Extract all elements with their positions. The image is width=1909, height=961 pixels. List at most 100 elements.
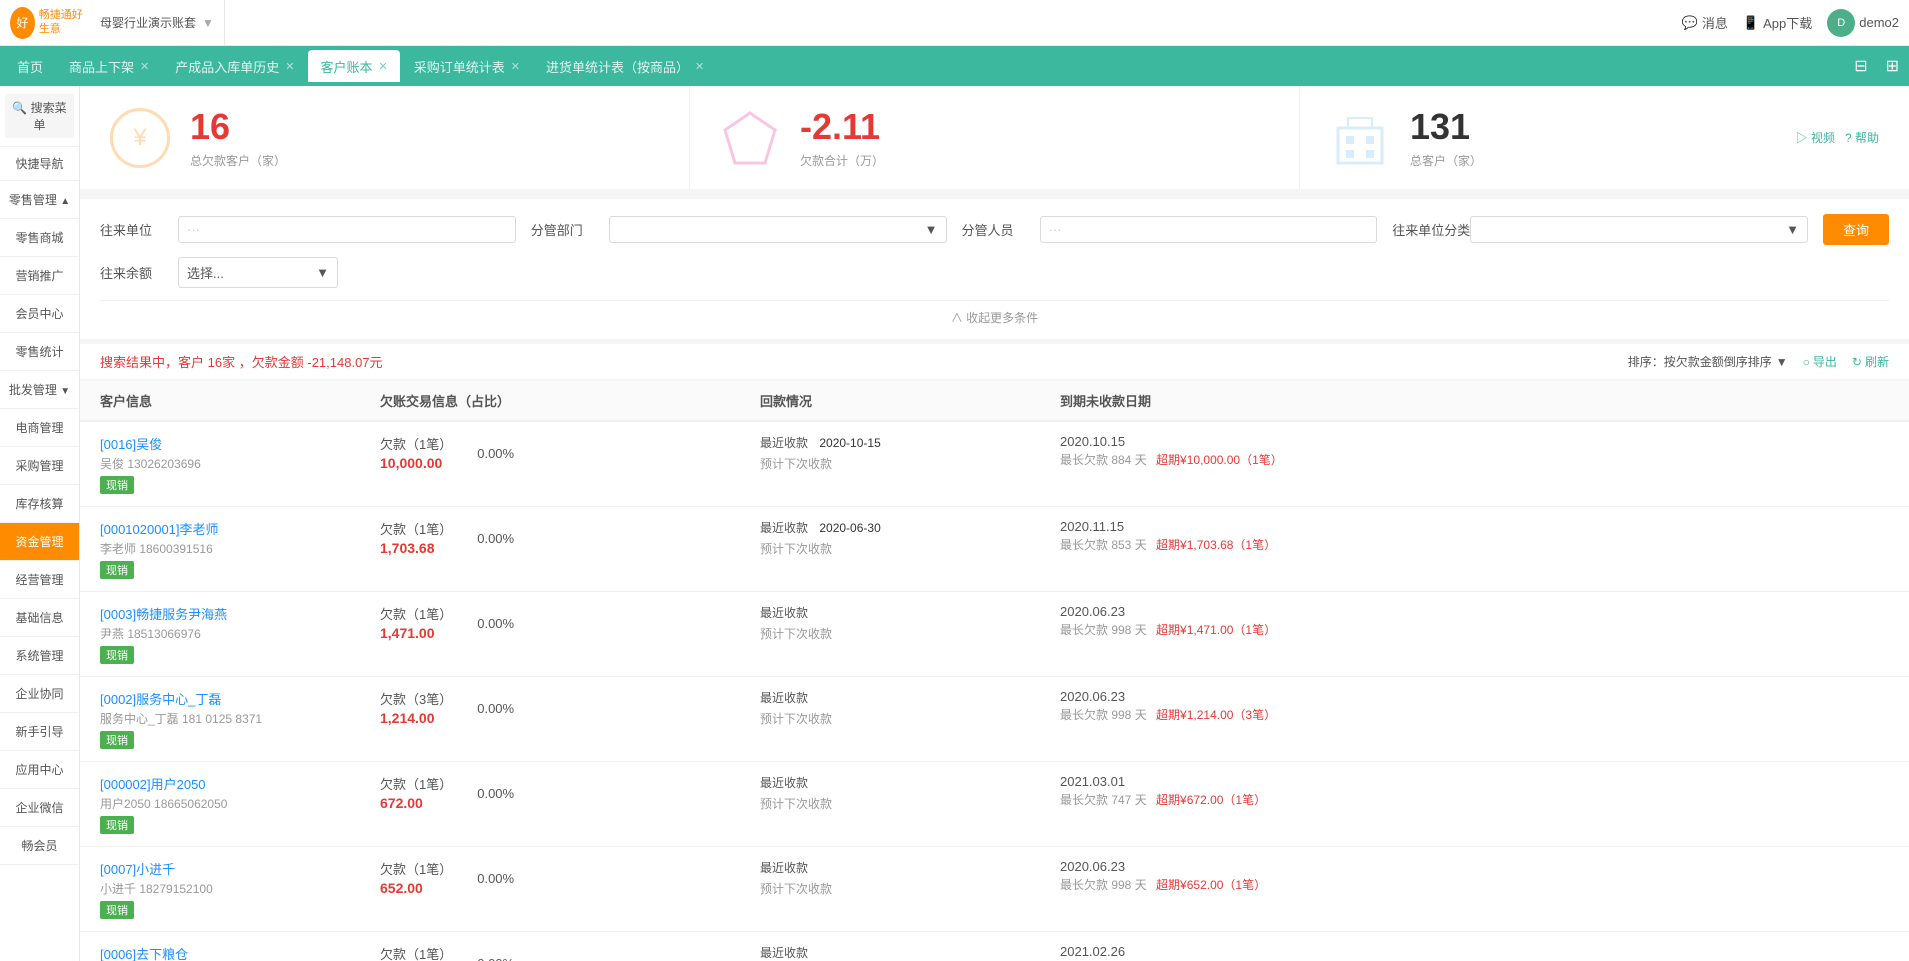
- help-link[interactable]: ? 帮助: [1845, 129, 1879, 146]
- overdue-link-3[interactable]: 超期¥1,214.00（3笔）: [1156, 708, 1276, 722]
- export-icon: ○: [1803, 355, 1810, 369]
- stat-label-total-customers: 总客户（家）: [1410, 152, 1796, 169]
- balance-select[interactable]: 选择... ▼: [178, 257, 338, 288]
- table-row: [0016]吴俊 吴俊 13026203696 现销 欠款（1笔） 10,000…: [80, 422, 1909, 507]
- sidebar-item-marketing[interactable]: 营销推广: [0, 257, 79, 295]
- app-selector[interactable]: 母婴行业演示账套 ▼: [90, 0, 225, 45]
- col-header-recovery: 回款情况: [760, 391, 1060, 410]
- content-area: ¥ 16 总欠款客户（家） -2.11 欠款合计（万）: [80, 86, 1909, 961]
- app-selector-label: 母婴行业演示账套: [100, 14, 196, 31]
- tag-cash-0: 现销: [100, 476, 134, 494]
- debt-detail-3: 欠款（3笔） 1,214.00 0.00%: [380, 689, 760, 726]
- refresh-btn[interactable]: ↻ 刷新: [1852, 353, 1889, 370]
- tab-production-history[interactable]: 产成品入库单历史 ✕: [163, 50, 306, 82]
- overdue-link-0[interactable]: 超期¥10,000.00（1笔）: [1156, 453, 1283, 467]
- sidebar-item-enterprise-collab[interactable]: 企业协同: [0, 675, 79, 713]
- overdue-link-2[interactable]: 超期¥1,471.00（1笔）: [1156, 623, 1276, 637]
- from-unit-input[interactable]: ···: [178, 216, 516, 243]
- customer-name-0[interactable]: [0016]吴俊: [100, 434, 380, 453]
- debt-ratio-0: 0.00%: [477, 446, 514, 461]
- customer-name-4[interactable]: [000002]用户2050: [100, 774, 380, 793]
- sidebar-search: 🔍 搜索菜单: [0, 86, 79, 147]
- stat-card-debt-customers: ¥ 16 总欠款客户（家）: [80, 86, 690, 189]
- sidebar-item-label: 批发管理: [9, 383, 57, 397]
- sidebar-item-finance[interactable]: 资金管理: [0, 523, 79, 561]
- overdue-link-4[interactable]: 超期¥672.00（1笔）: [1156, 793, 1266, 807]
- customer-name-6[interactable]: [0006]去下粮仓: [100, 944, 380, 961]
- dept-select[interactable]: ▼: [609, 216, 947, 243]
- avatar: D: [1827, 9, 1855, 37]
- person-input[interactable]: ···: [1040, 216, 1378, 243]
- table-row: [0002]服务中心_丁磊 服务中心_丁磊 181 0125 8371 现销 欠…: [80, 677, 1909, 762]
- query-button[interactable]: 查询: [1823, 214, 1889, 245]
- video-link[interactable]: ▷ 视频: [1796, 129, 1835, 146]
- sidebar-item-wholesale-mgmt[interactable]: 批发管理 ▼: [0, 371, 79, 409]
- app-download-btn[interactable]: 📱 App下载: [1743, 13, 1812, 32]
- tab-purchase-product-stats[interactable]: 进货单统计表（按商品） ✕: [534, 50, 716, 82]
- debt-ratio-1: 0.00%: [477, 531, 514, 546]
- table-row: [0001020001]李老师 李老师 18600391516 现销 欠款（1笔…: [80, 507, 1909, 592]
- filter-area: 往来单位 ··· 分管部门 ▼ 分管人员 ···: [80, 199, 1909, 339]
- tab-customer-account[interactable]: 客户账本 ✕: [308, 50, 399, 82]
- search-menu-btn[interactable]: 🔍 搜索菜单: [5, 94, 74, 138]
- stat-value-total-customers: 131: [1410, 106, 1796, 148]
- customer-name-5[interactable]: [0007]小进千: [100, 859, 380, 878]
- sort-label: 排序：按欠款金额倒序排序: [1628, 353, 1772, 370]
- sidebar-item-enterprise-wechat[interactable]: 企业微信: [0, 789, 79, 827]
- sidebar-item-vip-member[interactable]: 畅会员: [0, 827, 79, 865]
- stat-icon-diamond: [720, 108, 780, 168]
- sidebar-item-label: 会员中心: [15, 307, 63, 321]
- sidebar-quick-nav[interactable]: 快捷导航: [0, 147, 79, 181]
- tab-product-listing[interactable]: 商品上下架 ✕: [57, 50, 161, 82]
- recovery-info-4: 最近收款 预计下次收款: [760, 774, 1060, 812]
- sidebar-item-app-center[interactable]: 应用中心: [0, 751, 79, 789]
- category-select[interactable]: ▼: [1470, 216, 1808, 243]
- overdue-info-1: 2020.11.15 最长欠款 853 天 超期¥1,703.68（1笔）: [1060, 519, 1889, 553]
- sidebar-item-system[interactable]: 系统管理: [0, 637, 79, 675]
- filter-row-1: 往来单位 ··· 分管部门 ▼ 分管人员 ···: [100, 214, 1889, 245]
- maximize-btn[interactable]: ⊞: [1881, 56, 1904, 76]
- tab-close-icon[interactable]: ✕: [140, 60, 149, 73]
- balance-placeholder: 选择...: [187, 263, 224, 282]
- sidebar-item-retail-stats[interactable]: 零售统计: [0, 333, 79, 371]
- customer-name-3[interactable]: [0002]服务中心_丁磊: [100, 689, 380, 708]
- tab-home[interactable]: 首页: [5, 50, 55, 82]
- tab-bar: 首页 商品上下架 ✕ 产成品入库单历史 ✕ 客户账本 ✕ 采购订单统计表 ✕ 进…: [0, 46, 1909, 86]
- debt-detail-6: 欠款（1笔） 455.90 0.00%: [380, 944, 760, 961]
- sidebar-item-onboarding[interactable]: 新手引导: [0, 713, 79, 751]
- tab-purchase-stats[interactable]: 采购订单统计表 ✕: [402, 50, 532, 82]
- sidebar-item-retail-store[interactable]: 零售商城: [0, 219, 79, 257]
- debt-count-3: 欠款（3笔）: [380, 689, 452, 708]
- chevron-icon: ▲: [60, 196, 70, 207]
- debt-count-4: 欠款（1笔）: [380, 774, 452, 793]
- tab-close-icon[interactable]: ✕: [511, 60, 520, 73]
- sidebar-item-purchase-mgmt[interactable]: 采购管理: [0, 447, 79, 485]
- sidebar-item-basic-info[interactable]: 基础信息: [0, 599, 79, 637]
- tab-close-icon[interactable]: ✕: [285, 60, 294, 73]
- minimize-btn[interactable]: ⊟: [1849, 56, 1872, 76]
- filter-collapse-btn[interactable]: ∧ 收起更多条件: [100, 300, 1889, 334]
- sidebar-item-inventory[interactable]: 库存核算: [0, 485, 79, 523]
- overdue-link-1[interactable]: 超期¥1,703.68（1笔）: [1156, 538, 1276, 552]
- customer-name-1[interactable]: [0001020001]李老师: [100, 519, 380, 538]
- sidebar-item-ecommerce[interactable]: 电商管理: [0, 409, 79, 447]
- sidebar-item-label: 畅会员: [21, 839, 57, 853]
- sort-select[interactable]: 排序：按欠款金额倒序排序 ▼: [1628, 353, 1788, 370]
- overdue-link-5[interactable]: 超期¥652.00（1笔）: [1156, 878, 1266, 892]
- sidebar-item-operations[interactable]: 经营管理: [0, 561, 79, 599]
- tab-close-icon[interactable]: ✕: [695, 60, 704, 73]
- tag-cash-2: 现销: [100, 646, 134, 664]
- user-menu[interactable]: D demo2: [1827, 9, 1899, 37]
- customer-name-2[interactable]: [0003]畅捷服务尹海燕: [100, 604, 380, 623]
- export-btn[interactable]: ○ 导出: [1803, 353, 1837, 370]
- sidebar-item-label: 采购管理: [15, 459, 63, 473]
- overdue-info-3: 2020.06.23 最长欠款 998 天 超期¥1,214.00（3笔）: [1060, 689, 1889, 723]
- debt-detail-2: 欠款（1笔） 1,471.00 0.00%: [380, 604, 760, 641]
- sidebar-item-member[interactable]: 会员中心: [0, 295, 79, 333]
- debt-amount-5: 652.00: [380, 880, 452, 896]
- sidebar-item-retail-mgmt[interactable]: 零售管理 ▲: [0, 181, 79, 219]
- tab-close-icon[interactable]: ✕: [379, 60, 388, 73]
- message-btn[interactable]: 💬 消息: [1682, 13, 1728, 32]
- tab-bar-right: ⊟ ⊞: [1849, 56, 1904, 76]
- col-header-customer: 客户信息: [100, 391, 380, 410]
